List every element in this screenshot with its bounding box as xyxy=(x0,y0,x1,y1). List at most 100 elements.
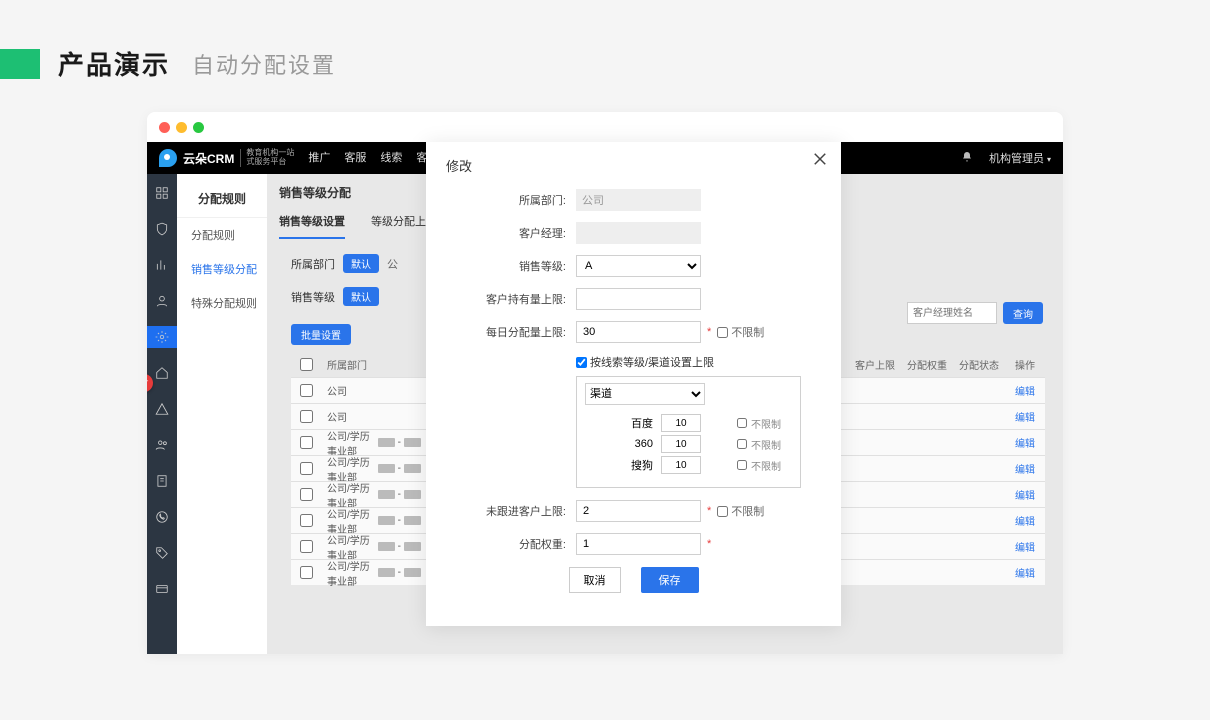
nav-lead[interactable]: 线索 xyxy=(380,149,402,168)
icon-people[interactable] xyxy=(147,434,177,456)
logo-subtitle: 教育机构一站式服务平台 xyxy=(240,149,294,167)
search-button[interactable]: 查询 xyxy=(1003,302,1043,324)
channel-unlimited-checkbox[interactable] xyxy=(737,460,747,470)
edit-link[interactable]: 编辑 xyxy=(1015,491,1035,502)
icon-warning[interactable] xyxy=(147,398,177,420)
icon-grid[interactable] xyxy=(147,182,177,204)
side-item-sales-level[interactable]: 销售等级分配 xyxy=(177,252,267,286)
user-menu[interactable]: 机构管理员▾ xyxy=(989,150,1051,166)
channel-value-input[interactable] xyxy=(661,456,701,474)
edit-link[interactable]: 编辑 xyxy=(1015,569,1035,580)
iconbar: 首 xyxy=(147,174,177,654)
icon-doc[interactable] xyxy=(147,470,177,492)
channel-row: 360 不限制 xyxy=(585,435,792,453)
window-chrome xyxy=(147,112,1063,142)
edit-link[interactable]: 编辑 xyxy=(1015,543,1035,554)
nav-promote[interactable]: 推广 xyxy=(308,149,330,168)
label-unfollow: 未跟进客户上限: xyxy=(446,503,576,519)
label-dept: 所属部门: xyxy=(446,192,576,208)
edit-link[interactable]: 编辑 xyxy=(1015,517,1035,528)
minimize-dot[interactable] xyxy=(176,122,187,133)
channel-value-input[interactable] xyxy=(661,435,701,453)
channel-limit-box: 渠道 百度 不限制 360 不限制 搜狗 不限制 xyxy=(576,376,801,488)
bell-icon[interactable] xyxy=(961,151,973,166)
unfollow-unlimited-checkbox[interactable] xyxy=(717,506,728,517)
filter-dept-label: 所属部门 xyxy=(291,256,335,272)
side-item-special[interactable]: 特殊分配规则 xyxy=(177,286,267,320)
tab-level-setting[interactable]: 销售等级设置 xyxy=(279,213,345,239)
edit-link[interactable]: 编辑 xyxy=(1015,387,1035,398)
channel-unlimited-checkbox[interactable] xyxy=(737,439,747,449)
icon-user[interactable] xyxy=(147,290,177,312)
channel-check: 按线索等级/渠道设置上限 xyxy=(576,354,714,370)
channel-type-select[interactable]: 渠道 xyxy=(585,383,705,405)
logo: 云朵CRM 教育机构一站式服务平台 xyxy=(159,149,294,167)
save-button[interactable]: 保存 xyxy=(641,567,699,593)
chevron-down-icon: ▾ xyxy=(1047,155,1051,164)
cancel-button[interactable]: 取消 xyxy=(569,567,621,593)
batch-set-button[interactable]: 批量设置 xyxy=(291,324,351,345)
icon-phone[interactable] xyxy=(147,506,177,528)
channel-name: 百度 xyxy=(609,415,653,431)
edit-link[interactable]: 编辑 xyxy=(1015,439,1035,450)
channel-unlimited-checkbox[interactable] xyxy=(737,418,747,428)
select-all-checkbox[interactable] xyxy=(300,358,313,371)
logo-text: 云朵CRM xyxy=(183,150,234,167)
col-op: 操作 xyxy=(1005,357,1045,372)
edit-link[interactable]: 编辑 xyxy=(1015,413,1035,424)
icon-settings[interactable] xyxy=(147,326,177,348)
page-title: 产品演示 xyxy=(58,45,170,82)
label-manager: 客户经理: xyxy=(446,225,576,241)
modal-title: 修改 xyxy=(446,156,821,175)
daily-unlimited-checkbox[interactable] xyxy=(717,327,728,338)
filter-level-tag[interactable]: 默认 xyxy=(343,287,379,306)
icon-tag[interactable] xyxy=(147,542,177,564)
channel-name: 搜狗 xyxy=(609,457,653,473)
input-manager xyxy=(576,222,701,244)
edit-link[interactable]: 编辑 xyxy=(1015,465,1035,476)
row-checkbox[interactable] xyxy=(300,462,313,475)
label-daily-limit: 每日分配量上限: xyxy=(446,324,576,340)
app-screenshot: 云朵CRM 教育机构一站式服务平台 推广 客服 线索 客户 公海 电话 报名 数… xyxy=(147,112,1063,654)
daily-unlimited: 不限制 xyxy=(717,324,764,340)
cell-dept: 公司 xyxy=(321,409,421,424)
channel-limit-checkbox[interactable] xyxy=(576,357,587,368)
channel-value-input[interactable] xyxy=(661,414,701,432)
page-header: 产品演示 自动分配设置 xyxy=(0,0,1210,112)
side-item-rules[interactable]: 分配规则 xyxy=(177,218,267,252)
row-checkbox[interactable] xyxy=(300,410,313,423)
select-level[interactable]: A xyxy=(576,255,701,277)
filter-level-label: 销售等级 xyxy=(291,289,335,305)
input-weight[interactable] xyxy=(576,533,701,555)
search-input[interactable] xyxy=(907,302,997,324)
cell-dept: 公司/学历事业部 - xyxy=(321,558,421,588)
row-checkbox[interactable] xyxy=(300,488,313,501)
row-checkbox[interactable] xyxy=(300,566,313,579)
nav-service[interactable]: 客服 xyxy=(344,149,366,168)
icon-chart[interactable] xyxy=(147,254,177,276)
row-checkbox[interactable] xyxy=(300,384,313,397)
logo-icon xyxy=(159,149,177,167)
row-checkbox[interactable] xyxy=(300,540,313,553)
col-limit: 客户上限 xyxy=(849,357,901,372)
icon-shield[interactable] xyxy=(147,218,177,240)
channel-row: 百度 不限制 xyxy=(585,414,792,432)
row-checkbox[interactable] xyxy=(300,514,313,527)
row-checkbox[interactable] xyxy=(300,436,313,449)
maximize-dot[interactable] xyxy=(193,122,204,133)
required-star: * xyxy=(707,326,711,338)
input-hold-limit[interactable] xyxy=(576,288,701,310)
input-unfollow-limit[interactable] xyxy=(576,500,701,522)
col-dept: 所属部门 xyxy=(321,357,421,372)
icon-card[interactable] xyxy=(147,578,177,600)
close-dot[interactable] xyxy=(159,122,170,133)
edit-modal: 修改 所属部门: 客户经理: 销售等级: A 客户持有量上限: 每日分配量上限:… xyxy=(426,142,841,626)
input-dept xyxy=(576,189,701,211)
side-panel-title: 分配规则 xyxy=(177,184,267,218)
side-panel: 分配规则 分配规则 销售等级分配 特殊分配规则 xyxy=(177,174,267,654)
green-accent-block xyxy=(0,49,40,79)
filter-dept-tag[interactable]: 默认 xyxy=(343,254,379,273)
col-weight: 分配权重 xyxy=(901,357,953,372)
close-icon[interactable] xyxy=(811,150,829,173)
input-daily-limit[interactable] xyxy=(576,321,701,343)
